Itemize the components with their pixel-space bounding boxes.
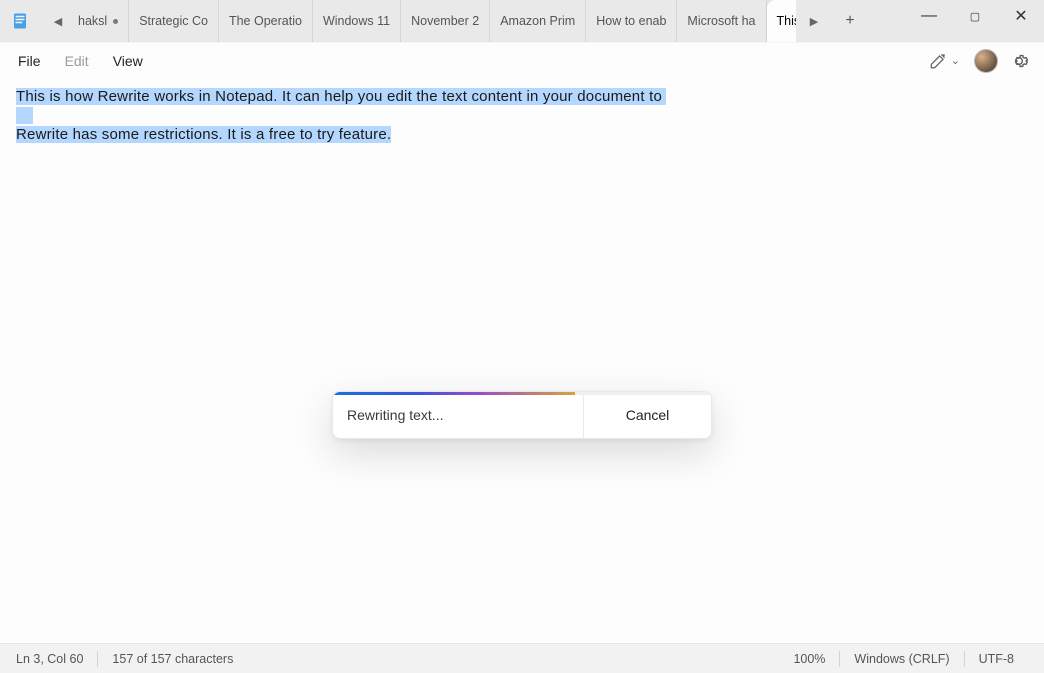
status-line-ending[interactable]: Windows (CRLF) [840,644,963,673]
status-encoding[interactable]: UTF-8 [965,644,1028,673]
menu-file[interactable]: File [8,49,51,73]
tab-label: Amazon Prim [500,14,575,28]
dialog-status-label: Rewriting text... [333,407,583,423]
editor-area[interactable]: This is how Rewrite works in Notepad. It… [0,78,1044,643]
maximize-button[interactable]: ▢ [952,0,998,32]
tab-label: Microsoft ha [687,14,755,28]
editor-content[interactable]: This is how Rewrite works in Notepad. It… [0,78,1044,155]
close-button[interactable]: ✕ [998,0,1044,32]
tab-item[interactable]: Windows 11 [313,0,401,42]
tab-label: This is [777,14,796,28]
tab-item[interactable]: Amazon Prim [490,0,586,42]
rewrite-progress-dialog: Rewriting text... Cancel [332,391,712,439]
progress-fill [333,392,575,395]
tab-label: November 2 [411,14,479,28]
tab-item[interactable]: haksl [76,0,129,42]
gear-icon [1009,51,1029,71]
status-char-count: 157 of 157 characters [98,644,247,673]
tab-scroll-right-button[interactable]: ▶ [796,0,832,42]
new-tab-button[interactable]: + [832,0,868,42]
window-controls: — ▢ ✕ [906,0,1044,42]
menubar-right: ⌄ [923,48,1036,74]
cancel-button[interactable]: Cancel [583,392,711,438]
close-icon: ✕ [1014,6,1027,26]
status-caret-position: Ln 3, Col 60 [16,644,97,673]
chevron-left-icon: ◀ [54,15,62,28]
tab-strip: haksl Strategic Co The Operatio Windows … [76,0,796,42]
notepad-app-icon [0,0,40,42]
notepad-window: ◀ haksl Strategic Co The Operatio Window… [0,0,1044,673]
menu-bar: File Edit View ⌄ [0,42,1044,78]
tab-item[interactable]: November 2 [401,0,490,42]
menu-view[interactable]: View [103,49,153,73]
tab-label: The Operatio [229,14,302,28]
tab-label: How to enab [596,14,666,28]
menu-edit[interactable]: Edit [55,49,99,73]
rewrite-dropdown-button[interactable]: ⌄ [923,48,964,74]
status-bar: Ln 3, Col 60 157 of 157 characters 100% … [0,643,1044,673]
chevron-down-icon: ⌄ [951,54,960,67]
minimize-icon: — [921,7,937,25]
tab-item[interactable]: The Operatio [219,0,313,42]
tab-item-active[interactable]: This is [767,0,796,42]
tab-item[interactable]: How to enab [586,0,677,42]
scrollbar-thumb[interactable] [1032,80,1042,200]
selected-text-line2 [16,107,33,124]
plus-icon: + [845,12,854,30]
selected-text-line1: This is how Rewrite works in Notepad. It… [16,88,666,105]
rewrite-icon [927,50,949,72]
modified-dot-icon [113,19,118,24]
user-avatar[interactable] [974,49,998,73]
tab-scroll-left-button[interactable]: ◀ [40,0,76,42]
minimize-button[interactable]: — [906,0,952,32]
tab-label: Windows 11 [323,14,390,28]
title-bar: ◀ haksl Strategic Co The Operatio Window… [0,0,1044,42]
selected-text-line3: Rewrite has some restrictions. It is a f… [16,126,391,143]
tab-item[interactable]: Microsoft ha [677,0,766,42]
tab-label: haksl [78,14,107,28]
status-zoom[interactable]: 100% [779,644,839,673]
settings-button[interactable] [1008,50,1030,72]
vertical-scrollbar[interactable] [1030,78,1044,643]
tab-item[interactable]: Strategic Co [129,0,219,42]
chevron-right-icon: ▶ [810,15,818,28]
maximize-icon: ▢ [970,10,980,23]
tab-label: Strategic Co [139,14,208,28]
